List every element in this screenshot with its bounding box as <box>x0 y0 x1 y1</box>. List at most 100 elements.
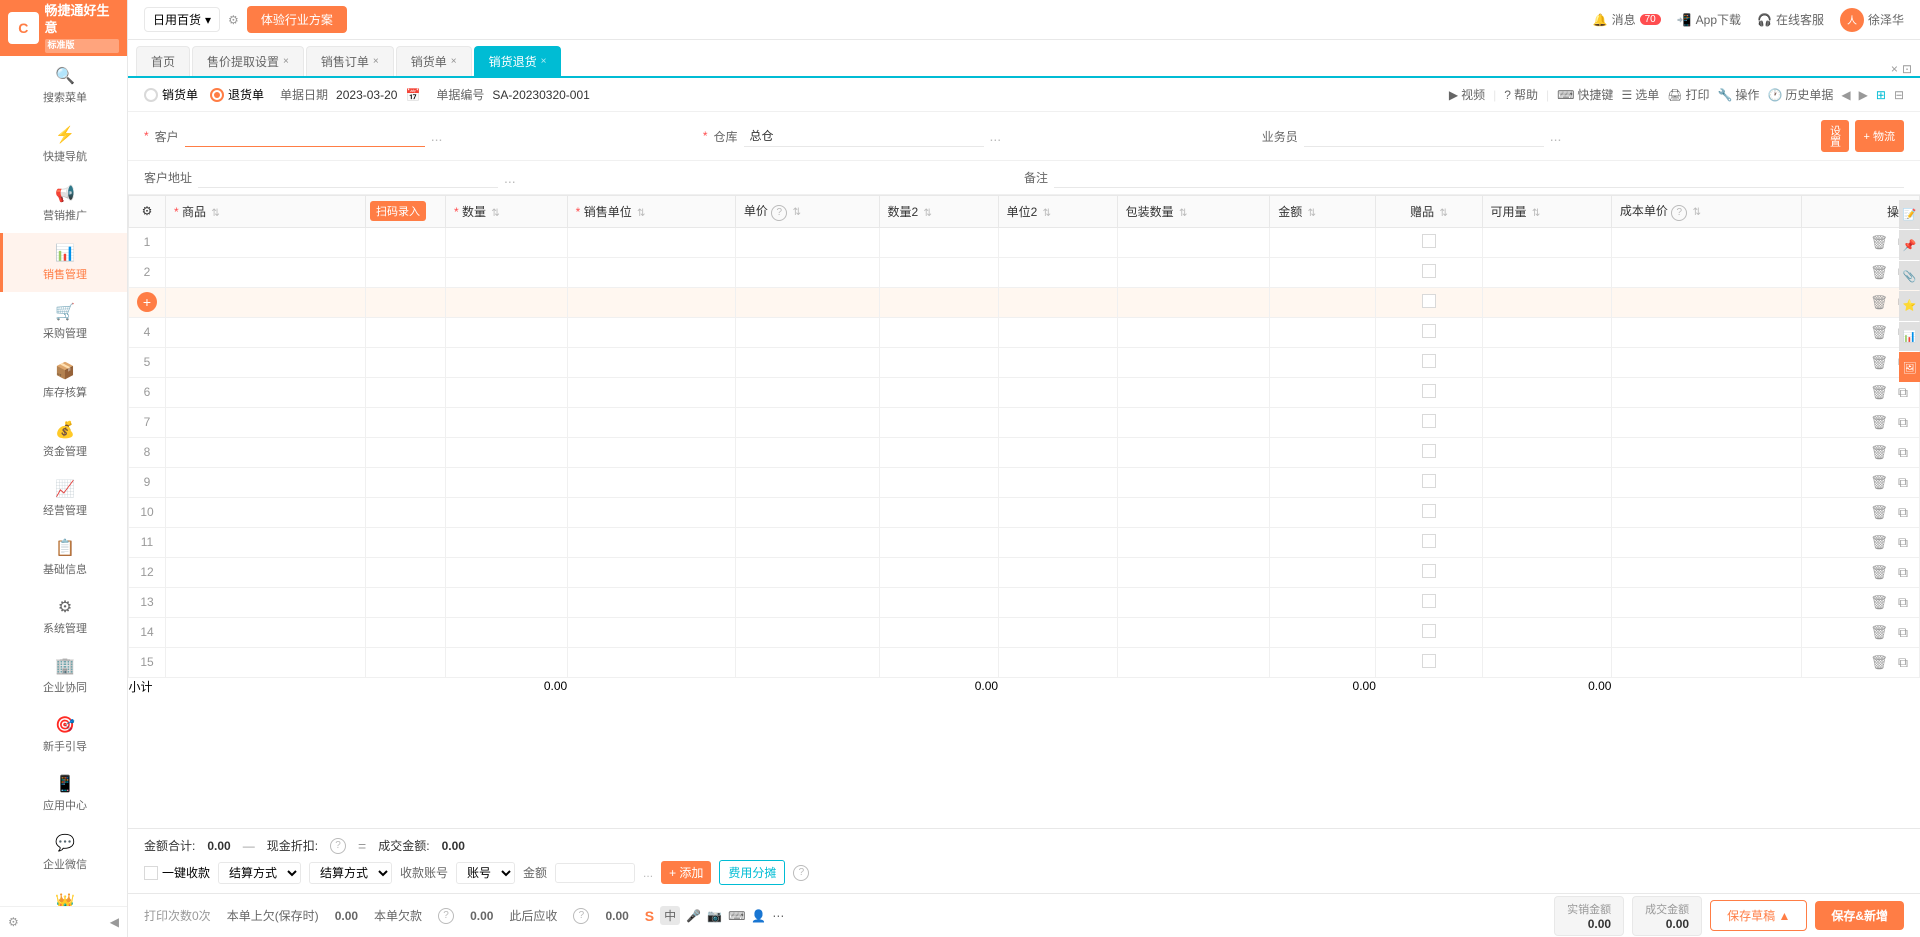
delete-row-btn[interactable]: 🗑 <box>1867 383 1891 402</box>
one-click-pay-checkbox[interactable]: 一键收款 <box>144 864 210 881</box>
qty2-cell[interactable] <box>879 407 998 437</box>
account-select[interactable]: 账号 <box>456 862 515 884</box>
cost-price-cell[interactable] <box>1611 317 1801 347</box>
calendar-icon[interactable]: 📅 <box>405 88 420 102</box>
qty-cell[interactable] <box>446 497 568 527</box>
sales-unit-cell[interactable] <box>567 647 735 677</box>
shortcut-btn[interactable]: ⌨ 快捷键 <box>1557 86 1613 103</box>
amount-cell[interactable] <box>1270 227 1376 257</box>
amount-cell[interactable] <box>1270 257 1376 287</box>
product-cell[interactable] <box>166 407 366 437</box>
help-btn[interactable]: ? 帮助 <box>1504 86 1538 103</box>
gift-checkbox[interactable] <box>1422 264 1436 278</box>
qty2-cell[interactable] <box>879 647 998 677</box>
available-cell[interactable] <box>1482 647 1611 677</box>
sidebar-item-member[interactable]: 👑 畅会员 <box>0 882 127 906</box>
amount-cell[interactable] <box>1270 377 1376 407</box>
message-btn[interactable]: 🔔 消息 70 <box>1593 11 1661 28</box>
grid-view-icon[interactable]: ⊞ <box>1876 88 1886 102</box>
qty2-cell[interactable] <box>879 227 998 257</box>
qty2-cell[interactable] <box>879 497 998 527</box>
unit-price-cell[interactable] <box>735 257 879 287</box>
cost-price-help-icon[interactable]: ? <box>1671 205 1687 221</box>
unit2-cell[interactable] <box>998 617 1117 647</box>
gift-checkbox[interactable] <box>1422 594 1436 608</box>
more-icon[interactable]: ⋯ <box>772 909 784 923</box>
delete-row-btn[interactable]: 🗑 <box>1867 503 1891 522</box>
unit-price-cell[interactable] <box>735 317 879 347</box>
sidebar-item-sales[interactable]: 📊 销售管理 <box>0 233 127 292</box>
delete-row-btn[interactable]: 🗑 <box>1867 533 1891 552</box>
sales-unit-cell[interactable] <box>567 557 735 587</box>
trial-btn[interactable]: 体验行业方案 <box>247 6 347 33</box>
available-cell[interactable] <box>1482 437 1611 467</box>
address-dots-icon[interactable]: ... <box>504 170 516 186</box>
qty2-cell[interactable] <box>879 347 998 377</box>
add-cost-btn[interactable]: + 添加 <box>661 861 711 884</box>
tab-close-sales-order[interactable]: × <box>373 56 379 67</box>
product-cell[interactable] <box>166 467 366 497</box>
qty2-cell[interactable] <box>879 617 998 647</box>
available-cell[interactable] <box>1482 467 1611 497</box>
product-sort-icon[interactable]: ⇅ <box>211 208 219 219</box>
product-cell[interactable] <box>166 557 366 587</box>
delete-row-btn[interactable]: 🗑 <box>1867 653 1891 672</box>
available-sort-icon[interactable]: ⇅ <box>1532 208 1540 219</box>
history-btn[interactable]: 🕐 历史单据 <box>1767 86 1833 103</box>
sidebar-item-appstore[interactable]: 📱 应用中心 <box>0 764 127 823</box>
cost-price-cell[interactable] <box>1611 347 1801 377</box>
collapse-icon[interactable]: ◀ <box>110 915 119 929</box>
unit2-sort-icon[interactable]: ⇅ <box>1043 208 1051 219</box>
dots-icon[interactable]: ... <box>643 866 653 880</box>
unit2-cell[interactable] <box>998 317 1117 347</box>
gift-checkbox[interactable] <box>1422 324 1436 338</box>
qty-cell[interactable] <box>446 257 568 287</box>
amount-cell[interactable] <box>1270 317 1376 347</box>
pack-qty-cell[interactable] <box>1117 407 1270 437</box>
gift-checkbox[interactable] <box>1422 624 1436 638</box>
qty-cell[interactable] <box>446 467 568 497</box>
amount-sort-icon[interactable]: ⇅ <box>1308 208 1316 219</box>
copy-row-btn[interactable]: ⧉ <box>1895 473 1911 492</box>
unit-price-cell[interactable] <box>735 647 879 677</box>
sidebar-item-finance[interactable]: 💰 资金管理 <box>0 410 127 469</box>
receivable-help-icon[interactable]: ? <box>573 908 589 924</box>
amount-cell[interactable] <box>1270 617 1376 647</box>
product-cell[interactable] <box>166 227 366 257</box>
pack-qty-cell[interactable] <box>1117 467 1270 497</box>
cost-price-cell[interactable] <box>1611 557 1801 587</box>
delete-row-btn[interactable]: 🗑 <box>1867 323 1891 342</box>
cost-price-cell[interactable] <box>1611 617 1801 647</box>
unit-price-cell[interactable] <box>735 617 879 647</box>
available-cell[interactable] <box>1482 347 1611 377</box>
calc-select[interactable]: 结算方式 <box>309 862 392 884</box>
copy-row-btn[interactable]: ⧉ <box>1895 593 1911 612</box>
gift-checkbox[interactable] <box>1422 654 1436 668</box>
gift-cell[interactable] <box>1376 467 1482 497</box>
pack-qty-cell[interactable] <box>1117 497 1270 527</box>
cost-price-cell[interactable] <box>1611 527 1801 557</box>
qty2-sort-icon[interactable]: ⇅ <box>924 208 932 219</box>
sales-unit-cell[interactable] <box>567 347 735 377</box>
sidebar-item-operations[interactable]: 📈 经营管理 <box>0 469 127 528</box>
float-btn-2[interactable]: 📌 <box>1899 230 1920 259</box>
gift-checkbox[interactable] <box>1422 444 1436 458</box>
gift-cell[interactable] <box>1376 227 1482 257</box>
amount-cell[interactable] <box>1270 347 1376 377</box>
person-icon[interactable]: 👤 <box>751 909 766 923</box>
unit2-cell[interactable] <box>998 227 1117 257</box>
qty-cell[interactable] <box>446 317 568 347</box>
save-new-btn[interactable]: 保存&新增 <box>1815 901 1904 930</box>
qty-cell[interactable] <box>446 647 568 677</box>
delete-row-btn[interactable]: 🗑 <box>1867 623 1891 642</box>
gift-cell[interactable] <box>1376 407 1482 437</box>
cost-price-cell[interactable] <box>1611 587 1801 617</box>
qty2-cell[interactable] <box>879 377 998 407</box>
float-btn-1[interactable]: 📝 <box>1899 200 1920 229</box>
sales-unit-cell[interactable] <box>567 317 735 347</box>
copy-row-btn[interactable]: ⧉ <box>1895 503 1911 522</box>
available-cell[interactable] <box>1482 617 1611 647</box>
col-gear-icon[interactable]: ⚙ <box>142 204 153 218</box>
pack-qty-sort-icon[interactable]: ⇅ <box>1179 208 1187 219</box>
delete-row-btn[interactable]: 🗑 <box>1867 473 1891 492</box>
